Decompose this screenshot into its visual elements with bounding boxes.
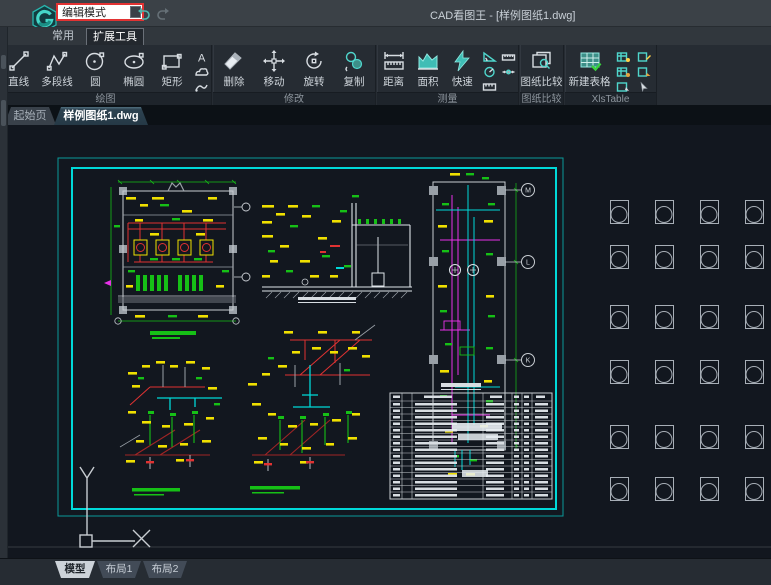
tab-common[interactable]: 常用 <box>44 28 82 45</box>
document-tab-bar: 起始页 样例图纸1.dwg <box>0 105 771 125</box>
ribbon-group-modify: 删除 移动 旋转 <box>213 45 376 105</box>
table-pick-icon <box>637 81 652 93</box>
ucs-icon <box>80 467 150 547</box>
xlstable-tool-5-button[interactable] <box>637 65 653 78</box>
tab-model[interactable]: 模型 <box>55 561 95 578</box>
ellipse-icon <box>122 49 146 73</box>
offset-measure-button[interactable] <box>501 65 517 78</box>
ribbon-tab-row: 常用 扩展工具 <box>0 27 771 45</box>
angle-measure-button[interactable] <box>481 50 497 63</box>
freehand-icon <box>194 81 209 93</box>
copy-icon <box>342 49 366 73</box>
redo-button[interactable] <box>155 4 175 22</box>
plan-view-drawing <box>104 180 250 339</box>
mode-combo[interactable] <box>56 3 144 21</box>
compare-icon <box>530 49 554 73</box>
erase-icon <box>222 49 246 73</box>
redo-icon <box>157 6 173 20</box>
revision-cloud-button[interactable] <box>193 65 209 78</box>
group-label-draw: 绘图 <box>0 92 211 105</box>
rectangle-icon <box>160 49 184 73</box>
circle-button[interactable]: 圆 <box>77 47 114 91</box>
section-view-drawing <box>262 195 412 303</box>
offset-icon <box>501 66 516 78</box>
tab-layout1[interactable]: 布局1 <box>97 561 141 578</box>
mode-combo-value[interactable] <box>58 6 130 18</box>
text-icon: A <box>194 51 209 63</box>
new-table-button[interactable]: 新建表格 <box>567 47 613 91</box>
group-label-modify: 修改 <box>213 92 375 105</box>
strip-grip[interactable] <box>1 55 6 69</box>
table-add-icon <box>616 51 631 63</box>
ellipse-button[interactable]: 椭圆 <box>115 47 152 91</box>
move-icon <box>262 49 286 73</box>
ribbon-group-xlstable: 新建表格 <box>565 45 657 105</box>
block-symbol-grid <box>611 201 764 501</box>
move-button[interactable]: 移动 <box>255 47 294 91</box>
titlebar: CAD看图王 - [样例图纸1.dwg] <box>0 0 771 27</box>
undo-button[interactable] <box>132 4 152 22</box>
group-label-measure: 测量 <box>377 92 518 105</box>
tab-extended-tools[interactable]: 扩展工具 <box>86 28 144 45</box>
ruler2-button[interactable] <box>501 50 517 63</box>
ribbon-group-measure: 距离 面积 快速 <box>377 45 519 105</box>
group-label-compare: 图纸比较 <box>520 92 563 105</box>
grid-label-k: K <box>526 358 531 365</box>
grid-label-l: L <box>526 260 530 267</box>
xlstable-tool-2-button[interactable] <box>616 65 632 78</box>
table-row-icon <box>616 66 631 78</box>
xlstable-tool-4-button[interactable] <box>637 50 653 63</box>
polyline-button[interactable]: 多段线 <box>38 47 75 91</box>
isometric-diagram-b <box>248 325 375 494</box>
table-edit-icon <box>637 51 652 63</box>
rotate-button[interactable]: 旋转 <box>295 47 334 91</box>
drawing-canvas[interactable]: M L K <box>8 125 771 558</box>
distance-button[interactable]: 距离 <box>377 47 410 91</box>
text-tool-button[interactable]: A <box>193 50 209 63</box>
svg-text:A: A <box>198 52 206 63</box>
window-title: CAD看图王 - [样例图纸1.dwg] <box>430 7 575 23</box>
copy-button[interactable]: 复制 <box>335 47 374 91</box>
frame-inner <box>72 168 556 509</box>
layout-tab-bar: 模型 布局1 布局2 <box>0 558 771 585</box>
arc-measure-icon <box>482 66 497 78</box>
new-table-icon <box>578 49 602 73</box>
table-select-icon <box>616 81 631 93</box>
distance-icon <box>382 49 406 73</box>
left-panel-strip[interactable] <box>0 27 8 558</box>
strip-thumb[interactable] <box>1 100 6 126</box>
isometric-diagram-a <box>120 361 222 496</box>
revision-cloud-icon <box>194 66 209 78</box>
tab-sample-drawing[interactable]: 样例图纸1.dwg <box>54 107 148 125</box>
app-window: CAD看图王 - [样例图纸1.dwg] 常用 扩展工具 直线 多 <box>0 0 771 585</box>
xlstable-tool-1-button[interactable] <box>616 50 632 63</box>
erase-button[interactable]: 删除 <box>215 47 254 91</box>
drawing-compare-button[interactable]: 图纸比较 <box>520 47 563 91</box>
angle-icon <box>482 51 497 63</box>
materials-table <box>390 383 552 499</box>
undo-icon <box>134 6 150 20</box>
arc-measure-button[interactable] <box>481 65 497 78</box>
grid-label-m: M <box>525 188 531 195</box>
quick-measure-icon <box>450 49 474 73</box>
ribbon-group-compare: 图纸比较 图纸比较 <box>520 45 564 105</box>
polyline-icon <box>45 49 69 73</box>
circle-icon <box>83 49 107 73</box>
table-export-icon <box>637 66 652 78</box>
ribbon-group-draw: 直线 多段线 圆 <box>0 45 212 105</box>
ruler2-icon <box>501 51 516 63</box>
rotate-icon <box>302 49 326 73</box>
ruler-icon <box>482 81 497 93</box>
line-icon <box>7 49 31 73</box>
tab-start-page[interactable]: 起始页 <box>4 107 56 125</box>
area-icon <box>416 49 440 73</box>
ribbon: 直线 多段线 圆 <box>0 45 771 105</box>
tab-layout2[interactable]: 布局2 <box>143 561 187 578</box>
group-label-xlstable: XlsTable <box>565 92 656 105</box>
area-button[interactable]: 面积 <box>411 47 444 91</box>
quick-measure-button[interactable]: 快速 <box>446 47 479 91</box>
rectangle-button[interactable]: 矩形 <box>153 47 190 91</box>
